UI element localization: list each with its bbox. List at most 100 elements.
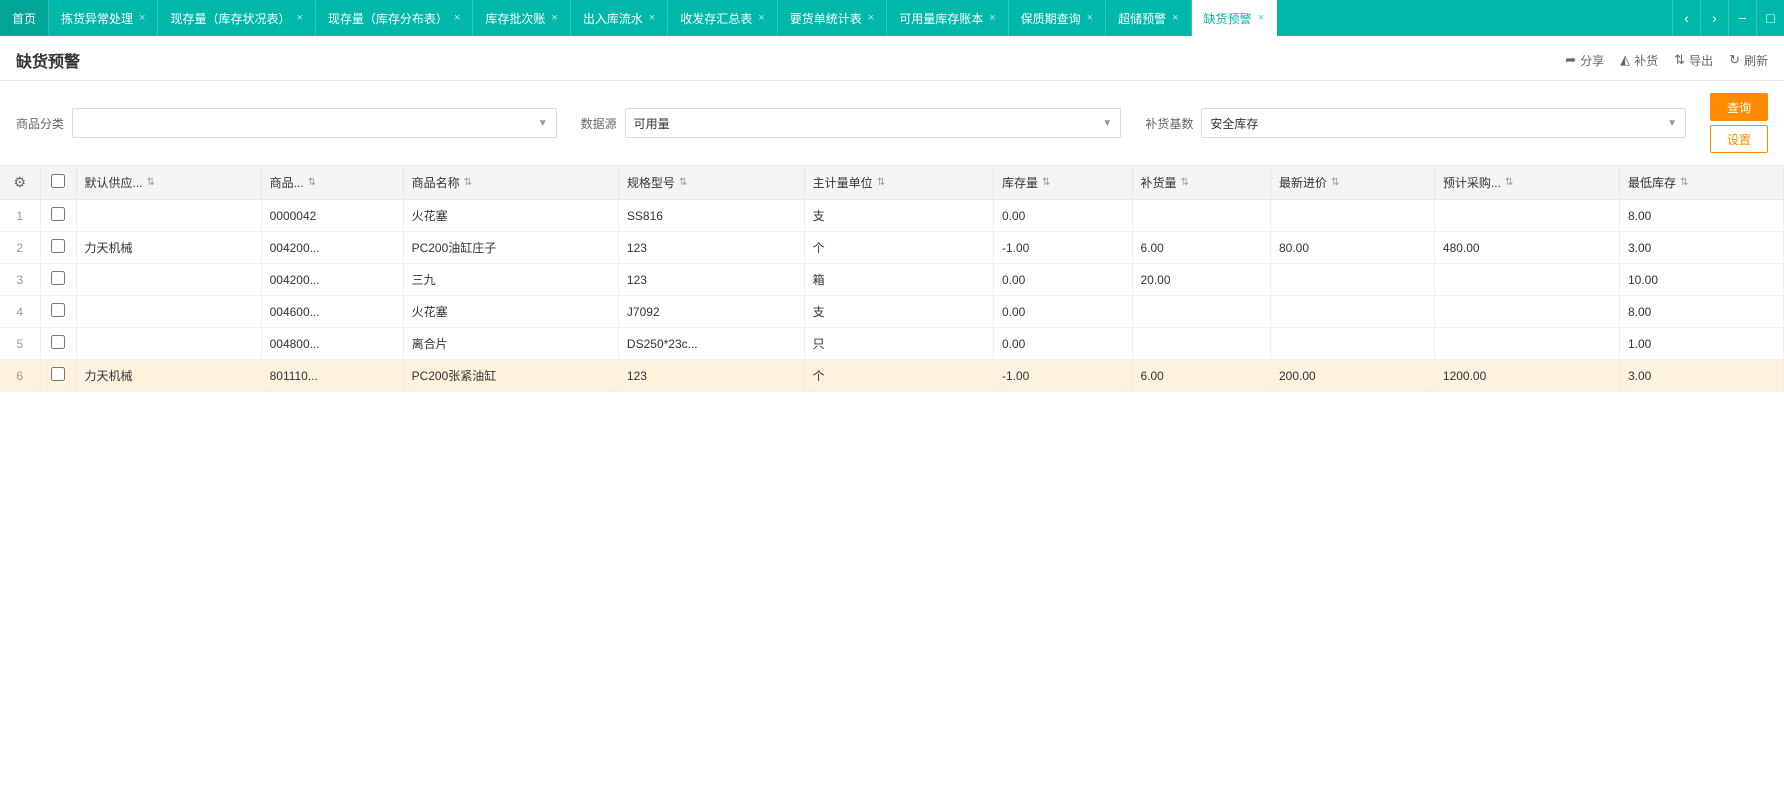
chevron-down-icon: ▼ xyxy=(538,118,548,129)
row-stock-qty: -1.00 xyxy=(994,232,1133,264)
row-supplier xyxy=(76,296,261,328)
export-button[interactable]: ⇅ 导出 xyxy=(1674,52,1713,69)
tab-batch[interactable]: 库存批次账 × xyxy=(473,0,570,36)
select-all-checkbox[interactable] xyxy=(51,174,65,188)
sort-spec-icon[interactable]: ⇅ xyxy=(679,177,687,188)
tab-overstock[interactable]: 超储预警 × xyxy=(1106,0,1191,36)
col-checkbox-header[interactable] xyxy=(40,166,76,200)
tab-nav-buttons: ‹ › − □ xyxy=(1672,0,1784,36)
row-checkbox[interactable] xyxy=(51,303,65,317)
row-unit: 支 xyxy=(804,200,993,232)
sort-name-icon[interactable]: ⇅ xyxy=(464,177,472,188)
row-checkbox-cell[interactable] xyxy=(40,328,76,360)
row-stock-qty: -1.00 xyxy=(994,360,1133,392)
sort-replenish-icon[interactable]: ⇅ xyxy=(1181,177,1189,188)
row-est-purchase xyxy=(1434,200,1619,232)
col-stock-header: 库存量 ⇅ xyxy=(994,166,1133,200)
tab-bar: 首页 拣货异常处理 × 现存量（库存状况表） × 现存量（库存分布表） × 库存… xyxy=(0,0,1784,36)
tab-requisition[interactable]: 要货单统计表 × xyxy=(778,0,887,36)
row-checkbox-cell[interactable] xyxy=(40,200,76,232)
row-spec: SS816 xyxy=(618,200,804,232)
col-gear[interactable]: ⚙ xyxy=(0,166,40,200)
row-latest-price: 200.00 xyxy=(1271,360,1435,392)
row-checkbox-cell[interactable] xyxy=(40,232,76,264)
table-row: 4 004600... 火花塞 J7092 支 0.00 8.00 xyxy=(0,296,1784,328)
refresh-icon: ↻ xyxy=(1729,52,1740,68)
table-row: 3 004200... 三九 123 箱 0.00 20.00 10.00 xyxy=(0,264,1784,296)
sort-est-icon[interactable]: ⇅ xyxy=(1505,177,1513,188)
tab-stock-dist-close[interactable]: × xyxy=(454,12,460,24)
tab-shortage-close[interactable]: × xyxy=(1258,12,1264,24)
refresh-button[interactable]: ↻ 刷新 xyxy=(1729,52,1768,69)
row-checkbox-cell[interactable] xyxy=(40,360,76,392)
row-unit: 箱 xyxy=(804,264,993,296)
page-header: 缺货预警 ➦ 分享 ◭ 补货 ⇅ 导出 ↻ 刷新 xyxy=(0,36,1784,81)
share-button[interactable]: ➦ 分享 xyxy=(1565,52,1604,69)
page-title: 缺货预警 xyxy=(16,48,80,72)
export-icon: ⇅ xyxy=(1674,52,1685,68)
tab-overstock-close[interactable]: × xyxy=(1172,12,1178,24)
row-code: 004800... xyxy=(261,328,403,360)
row-checkbox[interactable] xyxy=(51,207,65,221)
filter-actions: 查询 设置 xyxy=(1710,93,1768,153)
row-supplier xyxy=(76,264,261,296)
row-name: 火花塞 xyxy=(403,200,618,232)
datasource-filter: 数据源 可用量 ▼ xyxy=(581,108,1122,138)
tab-batch-close[interactable]: × xyxy=(551,12,557,24)
replenish-basis-filter: 补货基数 安全库存 ▼ xyxy=(1145,108,1686,138)
filter-bar: 商品分类 ▼ 数据源 可用量 ▼ 补货基数 安全库存 ▼ 查询 设置 xyxy=(0,81,1784,165)
row-name: 火花塞 xyxy=(403,296,618,328)
tab-inout[interactable]: 出入库流水 × xyxy=(571,0,668,36)
row-latest-price xyxy=(1271,296,1435,328)
gear-icon[interactable]: ⚙ xyxy=(13,174,26,190)
datasource-select[interactable]: 可用量 ▼ xyxy=(625,108,1122,138)
tab-prev-button[interactable]: ‹ xyxy=(1672,0,1700,36)
row-supplier: 力天机械 xyxy=(76,232,261,264)
sort-supplier-icon[interactable]: ⇅ xyxy=(147,177,155,188)
sort-stock-icon[interactable]: ⇅ xyxy=(1042,177,1050,188)
tab-requisition-close[interactable]: × xyxy=(868,12,874,24)
row-checkbox[interactable] xyxy=(51,335,65,349)
tab-available[interactable]: 可用量库存账本 × xyxy=(887,0,1008,36)
tab-shortage[interactable]: 缺货预警 × xyxy=(1192,0,1277,36)
query-button[interactable]: 查询 xyxy=(1710,93,1768,121)
tab-expiry-close[interactable]: × xyxy=(1087,12,1093,24)
row-checkbox[interactable] xyxy=(51,239,65,253)
sort-price-icon[interactable]: ⇅ xyxy=(1331,177,1339,188)
tab-abnormal-close[interactable]: × xyxy=(139,12,145,24)
row-min-stock: 1.00 xyxy=(1620,328,1784,360)
tab-stock-status-close[interactable]: × xyxy=(296,12,302,24)
settings-button[interactable]: 设置 xyxy=(1710,125,1768,153)
replenish-button[interactable]: ◭ 补货 xyxy=(1620,52,1658,69)
tab-available-close[interactable]: × xyxy=(989,12,995,24)
row-checkbox-cell[interactable] xyxy=(40,296,76,328)
tab-stock-status[interactable]: 现存量（库存状况表） × xyxy=(158,0,315,36)
col-supplier-label: 默认供应... xyxy=(85,174,143,191)
tab-inout-close[interactable]: × xyxy=(649,12,655,24)
row-stock-qty: 0.00 xyxy=(994,264,1133,296)
sort-unit-icon[interactable]: ⇅ xyxy=(877,177,885,188)
row-checkbox[interactable] xyxy=(51,271,65,285)
category-select[interactable]: ▼ xyxy=(72,108,557,138)
tab-minimize-button[interactable]: − xyxy=(1728,0,1756,36)
tab-shortage-label: 缺货预警 xyxy=(1204,10,1252,27)
row-checkbox[interactable] xyxy=(51,367,65,381)
sort-code-icon[interactable]: ⇅ xyxy=(308,177,316,188)
tab-summary[interactable]: 收发存汇总表 × xyxy=(668,0,777,36)
tab-next-button[interactable]: › xyxy=(1700,0,1728,36)
row-checkbox-cell[interactable] xyxy=(40,264,76,296)
tab-abnormal[interactable]: 拣货异常处理 × xyxy=(49,0,158,36)
tab-home[interactable]: 首页 xyxy=(0,0,49,36)
tab-maximize-button[interactable]: □ xyxy=(1756,0,1784,36)
row-supplier: 力天机械 xyxy=(76,360,261,392)
datasource-label: 数据源 xyxy=(581,115,617,132)
row-min-stock: 8.00 xyxy=(1620,200,1784,232)
col-unit-header: 主计量单位 ⇅ xyxy=(804,166,993,200)
sort-min-stock-icon[interactable]: ⇅ xyxy=(1680,177,1688,188)
tab-summary-label: 收发存汇总表 xyxy=(680,10,752,27)
replenish-basis-select[interactable]: 安全库存 ▼ xyxy=(1201,108,1686,138)
tab-home-label: 首页 xyxy=(12,10,36,27)
tab-stock-dist[interactable]: 现存量（库存分布表） × xyxy=(316,0,473,36)
tab-expiry[interactable]: 保质期查询 × xyxy=(1009,0,1106,36)
tab-summary-close[interactable]: × xyxy=(758,12,764,24)
